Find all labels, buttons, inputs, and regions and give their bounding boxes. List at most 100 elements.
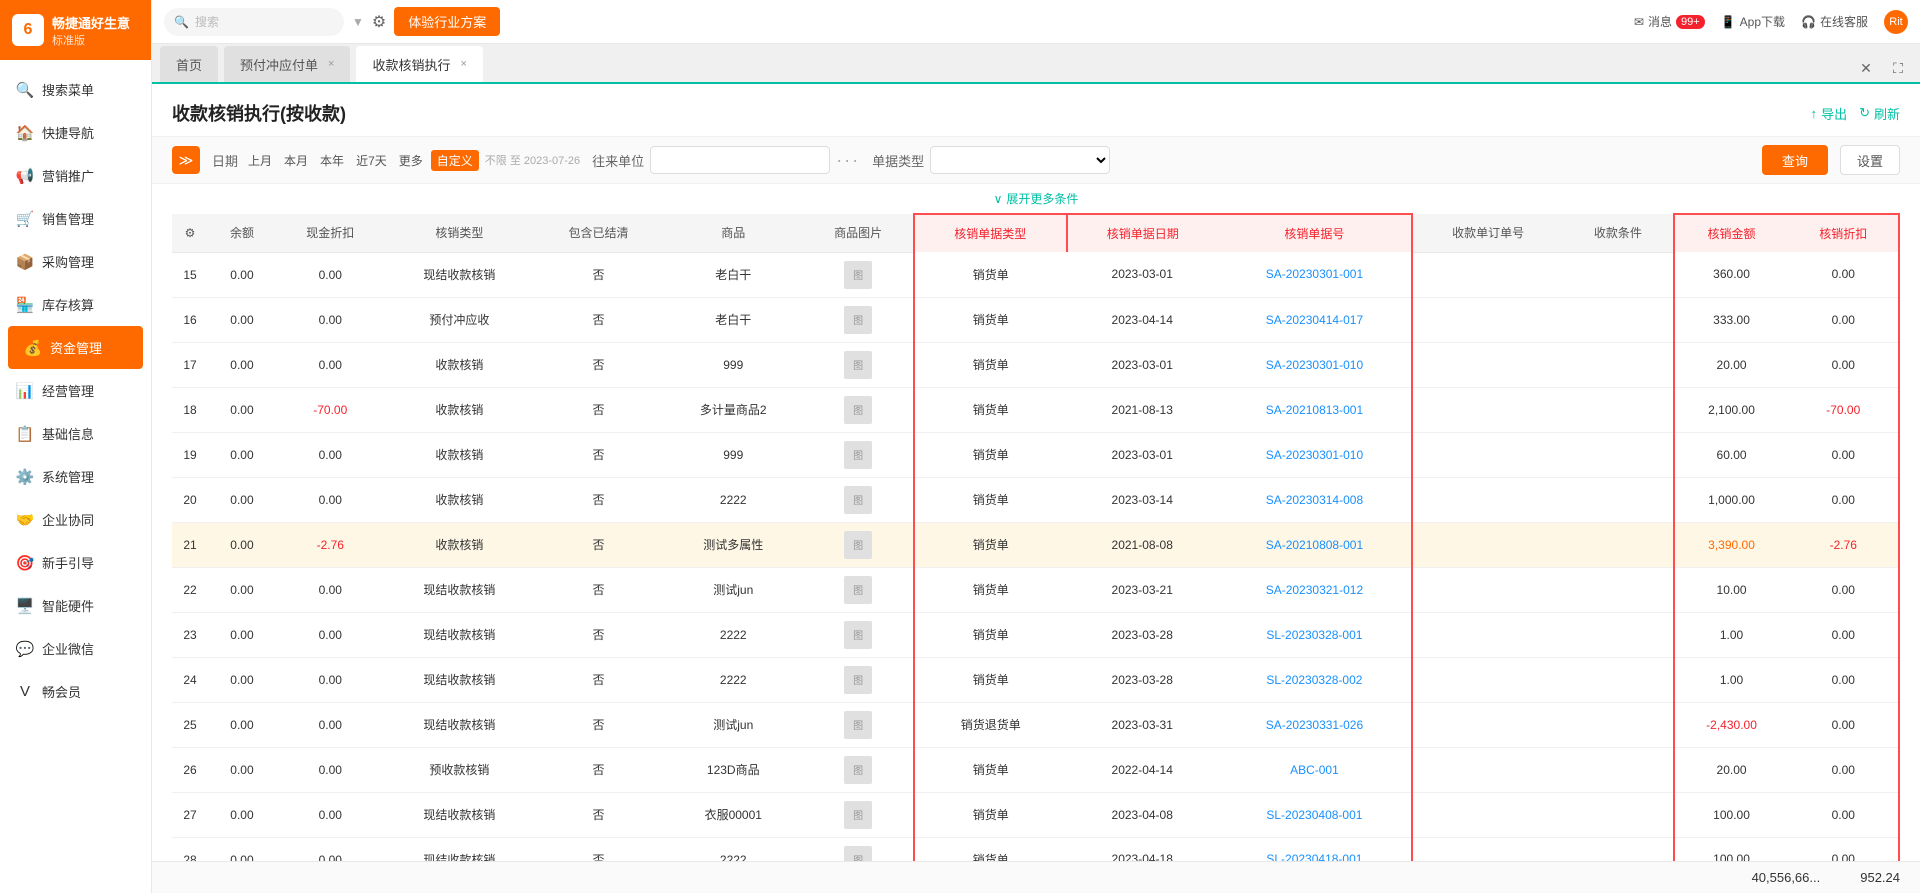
sidebar-item-marketing[interactable]: 📢 营销推广 bbox=[0, 154, 151, 197]
cell-cash-discount: 0.00 bbox=[276, 342, 385, 387]
online-service-button[interactable]: 🎧 在线客服 bbox=[1801, 13, 1868, 30]
sidebar-item-hardware[interactable]: 🖥️ 智能硬件 bbox=[0, 584, 151, 627]
query-button[interactable]: 查询 bbox=[1762, 145, 1828, 175]
cell-amount: 1,000.00 bbox=[1674, 477, 1789, 522]
cell-order-no bbox=[1412, 747, 1563, 792]
sidebar-item-search[interactable]: 🔍 搜索菜单 bbox=[0, 68, 151, 111]
tab-collection[interactable]: 收款核销执行 × bbox=[356, 46, 482, 82]
cell-img: 图 bbox=[803, 432, 913, 477]
table-row: 20 0.00 0.00 收款核销 否 2222 图 销货单 2023-03-1… bbox=[172, 477, 1899, 522]
cell-type: 现结收款核销 bbox=[385, 657, 534, 702]
tab-prepay-close[interactable]: × bbox=[328, 58, 334, 70]
doc-no-link[interactable]: SA-20230414-017 bbox=[1266, 313, 1363, 327]
doc-no-link[interactable]: SA-20230301-010 bbox=[1266, 358, 1363, 372]
cell-goods: 多计量商品2 bbox=[663, 387, 803, 432]
app-download-button[interactable]: 📱 App下载 bbox=[1721, 13, 1785, 30]
avatar: Rit bbox=[1884, 10, 1908, 34]
settings-icon[interactable]: ⚙ bbox=[372, 12, 386, 32]
doc-no-link[interactable]: SL-20230328-002 bbox=[1266, 673, 1362, 687]
cell-balance: 0.00 bbox=[208, 342, 276, 387]
page-header: 收款核销执行(按收款) ↑ 导出 ↻ 刷新 bbox=[152, 84, 1920, 136]
sidebar-item-basic[interactable]: 📋 基础信息 bbox=[0, 412, 151, 455]
solution-button[interactable]: 体验行业方案 bbox=[394, 7, 500, 36]
doc-no-link[interactable]: SA-20210813-001 bbox=[1266, 403, 1363, 417]
cell-cash-discount: 0.00 bbox=[276, 297, 385, 342]
date-last-month[interactable]: 上月 bbox=[244, 150, 276, 171]
tab-maximize-button[interactable]: ⛶ bbox=[1884, 54, 1912, 82]
doc-no-link[interactable]: SA-20230321-012 bbox=[1266, 583, 1363, 597]
user-avatar[interactable]: Rit bbox=[1884, 10, 1908, 34]
filter-expand-button[interactable]: ≫ bbox=[172, 146, 200, 174]
sidebar-item-guide[interactable]: 🎯 新手引导 bbox=[0, 541, 151, 584]
expand-more-button[interactable]: ∨ 展开更多条件 bbox=[994, 190, 1079, 207]
cell-doc-no: SL-20230418-001 bbox=[1218, 837, 1412, 861]
cell-settled: 否 bbox=[534, 297, 663, 342]
cell-type: 现结收款核销 bbox=[385, 567, 534, 612]
cell-amount: 60.00 bbox=[1674, 432, 1789, 477]
doc-no-link[interactable]: SA-20230314-008 bbox=[1266, 493, 1363, 507]
cell-goods: 衣服00001 bbox=[663, 792, 803, 837]
filter-settings-button[interactable]: 设置 bbox=[1840, 145, 1900, 175]
cell-settled: 否 bbox=[534, 612, 663, 657]
cell-id: 17 bbox=[172, 342, 208, 387]
sidebar-item-vip[interactable]: V 畅会员 bbox=[0, 670, 151, 713]
doc-no-link[interactable]: SA-20210808-001 bbox=[1266, 538, 1363, 552]
sidebar-item-wechat[interactable]: 💬 企业微信 bbox=[0, 627, 151, 670]
sidebar-item-sales[interactable]: 🛒 销售管理 bbox=[0, 197, 151, 240]
sidebar-item-system[interactable]: ⚙️ 系统管理 bbox=[0, 455, 151, 498]
cell-id: 28 bbox=[172, 837, 208, 861]
cell-img: 图 bbox=[803, 702, 913, 747]
col-goods-img: 商品图片 bbox=[803, 214, 913, 252]
sidebar-item-inventory[interactable]: 🏪 库存核算 bbox=[0, 283, 151, 326]
partner-input[interactable] bbox=[650, 146, 830, 174]
sidebar-item-capital[interactable]: 💰 资金管理 bbox=[8, 326, 143, 369]
date-this-year[interactable]: 本年 bbox=[316, 150, 348, 171]
doc-no-link[interactable]: SA-20230301-001 bbox=[1266, 267, 1363, 281]
cell-goods: 123D商品 bbox=[663, 747, 803, 792]
export-button[interactable]: ↑ 导出 bbox=[1811, 104, 1848, 123]
operation-icon: 📊 bbox=[16, 382, 34, 400]
cell-amount: 360.00 bbox=[1674, 252, 1789, 297]
date-custom-button[interactable]: 自定义 bbox=[431, 150, 479, 171]
date-7days[interactable]: 近7天 bbox=[352, 150, 391, 171]
cell-payment-terms bbox=[1563, 522, 1673, 567]
topbar-search[interactable]: 🔍 搜索 bbox=[164, 8, 344, 36]
cell-doc-date: 2023-03-28 bbox=[1067, 657, 1218, 702]
col-settings[interactable]: ⚙ bbox=[172, 214, 208, 252]
system-icon: ⚙️ bbox=[16, 468, 34, 486]
sidebar-item-operation[interactable]: 📊 经营管理 bbox=[0, 369, 151, 412]
date-more[interactable]: 更多 bbox=[395, 150, 427, 171]
vip-icon: V bbox=[16, 683, 34, 701]
topbar-dropdown-arrow[interactable]: ▼ bbox=[352, 15, 364, 29]
cell-goods: 2222 bbox=[663, 477, 803, 522]
doc-no-link[interactable]: SA-20230301-010 bbox=[1266, 448, 1363, 462]
refresh-button[interactable]: ↻ 刷新 bbox=[1859, 104, 1900, 123]
cell-discount: 0.00 bbox=[1789, 477, 1899, 522]
col-doc-type: 核销单据类型 bbox=[914, 214, 1067, 252]
date-this-month[interactable]: 本月 bbox=[280, 150, 312, 171]
sidebar-item-shortcut[interactable]: 🏠 快捷导航 bbox=[0, 111, 151, 154]
cell-doc-type: 销货单 bbox=[914, 387, 1067, 432]
cell-payment-terms bbox=[1563, 387, 1673, 432]
doc-no-link[interactable]: SA-20230331-026 bbox=[1266, 718, 1363, 732]
cell-amount: 1.00 bbox=[1674, 612, 1789, 657]
cell-cash-discount: 0.00 bbox=[276, 477, 385, 522]
message-button[interactable]: ✉ 消息 99+ bbox=[1634, 13, 1705, 30]
partner-dots[interactable]: ··· bbox=[836, 150, 860, 171]
doc-no-link[interactable]: ABC-001 bbox=[1290, 763, 1339, 777]
cell-type: 现结收款核销 bbox=[385, 612, 534, 657]
table-row: 18 0.00 -70.00 收款核销 否 多计量商品2 图 销货单 2021-… bbox=[172, 387, 1899, 432]
tab-collection-close[interactable]: × bbox=[460, 58, 466, 70]
doc-no-link[interactable]: SL-20230328-001 bbox=[1266, 628, 1362, 642]
doc-no-link[interactable]: SL-20230408-001 bbox=[1266, 808, 1362, 822]
sidebar-item-purchase[interactable]: 📦 采购管理 bbox=[0, 240, 151, 283]
cell-doc-type: 销货单 bbox=[914, 747, 1067, 792]
tab-close-button[interactable]: ✕ bbox=[1852, 54, 1880, 82]
cell-type: 现结收款核销 bbox=[385, 837, 534, 861]
cell-doc-no: SL-20230328-002 bbox=[1218, 657, 1412, 702]
doc-no-link[interactable]: SL-20230418-001 bbox=[1266, 852, 1362, 861]
doctype-select[interactable] bbox=[930, 146, 1110, 174]
sidebar-item-collab[interactable]: 🤝 企业协同 bbox=[0, 498, 151, 541]
tab-prepay[interactable]: 预付冲应付单 × bbox=[224, 46, 350, 82]
tab-home[interactable]: 首页 bbox=[160, 46, 218, 82]
